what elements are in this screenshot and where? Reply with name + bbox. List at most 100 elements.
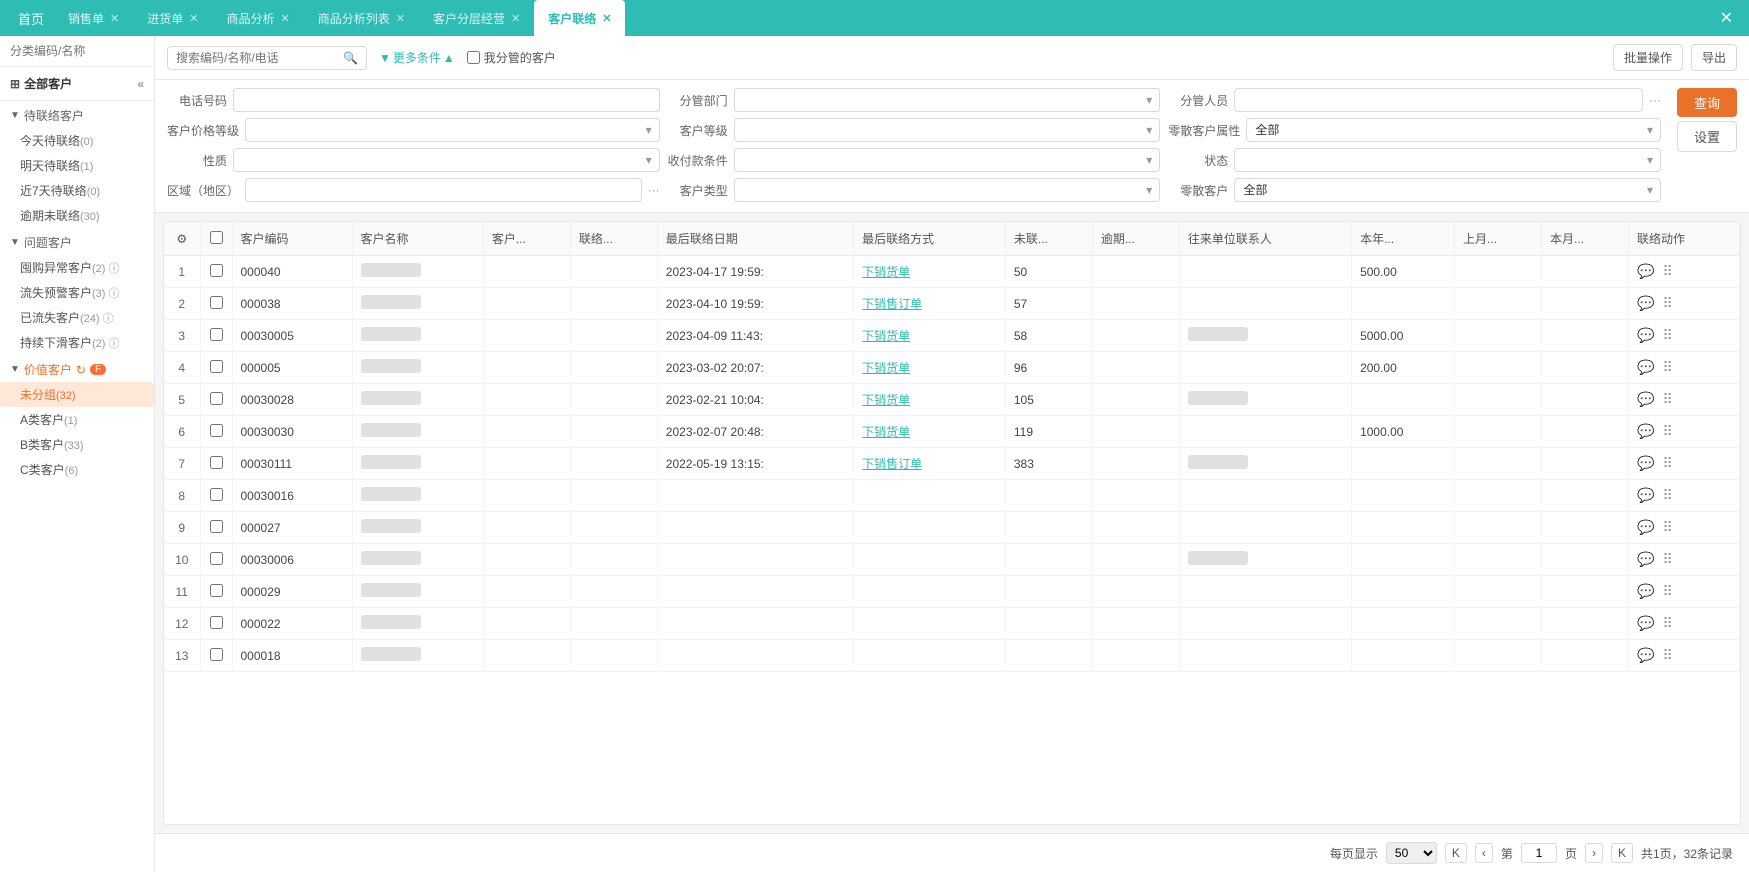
tab-close-segment[interactable]: ✕ xyxy=(511,12,520,25)
action-menu-icon[interactable]: ⠿ xyxy=(1662,327,1672,344)
tab-close-contact[interactable]: ✕ xyxy=(602,12,611,25)
my-customers-check[interactable] xyxy=(467,51,480,64)
contact-method-link[interactable]: 下销货单 xyxy=(862,393,910,407)
col-gear[interactable]: ⚙ xyxy=(164,222,200,256)
action-message-icon[interactable]: 💬 xyxy=(1637,647,1654,664)
sidebar-search-input[interactable] xyxy=(10,44,155,58)
row-select-checkbox[interactable] xyxy=(210,296,223,309)
action-message-icon[interactable]: 💬 xyxy=(1637,359,1654,376)
row-checkbox[interactable] xyxy=(200,416,232,448)
tab-customer-segment[interactable]: 客户分层经营 ✕ xyxy=(419,0,534,36)
action-menu-icon[interactable]: ⠿ xyxy=(1662,423,1672,440)
action-message-icon[interactable]: 💬 xyxy=(1637,615,1654,632)
action-menu-icon[interactable]: ⠿ xyxy=(1662,551,1672,568)
region-input[interactable] xyxy=(245,178,642,202)
contact-method-link[interactable]: 下销售订单 xyxy=(862,457,922,471)
row-checkbox[interactable] xyxy=(200,352,232,384)
last-page-button[interactable]: K xyxy=(1611,843,1633,863)
action-menu-icon[interactable]: ⠿ xyxy=(1662,583,1672,600)
row-checkbox[interactable] xyxy=(200,608,232,640)
row-select-checkbox[interactable] xyxy=(210,424,223,437)
tab-analysis[interactable]: 商品分析 ✕ xyxy=(212,0,303,36)
zero-attr-select[interactable]: 全部 xyxy=(1246,118,1661,142)
row-checkbox[interactable] xyxy=(200,320,232,352)
first-page-button[interactable]: K xyxy=(1445,843,1467,863)
action-menu-icon[interactable]: ⠿ xyxy=(1662,295,1672,312)
filter-search-input[interactable] xyxy=(176,51,343,65)
tab-customer-contact[interactable]: 客户联络 ✕ xyxy=(534,0,625,36)
action-message-icon[interactable]: 💬 xyxy=(1637,583,1654,600)
sidebar-item-7days[interactable]: 近7天待联络(0) xyxy=(0,178,154,203)
sidebar-item-declining[interactable]: 持续下滑客户(2) ⓘ xyxy=(0,330,154,355)
tab-close-analysis-list[interactable]: ✕ xyxy=(396,12,405,25)
row-select-checkbox[interactable] xyxy=(210,456,223,469)
sidebar-item-churned[interactable]: 已流失客户(24) ⓘ xyxy=(0,305,154,330)
row-checkbox[interactable] xyxy=(200,640,232,672)
customer-type-select[interactable] xyxy=(734,178,1161,202)
query-button[interactable]: 查询 xyxy=(1677,88,1737,117)
window-close-button[interactable]: ✕ xyxy=(1712,8,1741,28)
action-message-icon[interactable]: 💬 xyxy=(1637,551,1654,568)
row-last-method[interactable]: 下销货单 xyxy=(854,352,1006,384)
sidebar-item-today[interactable]: 今天待联络(0) xyxy=(0,128,154,153)
tab-analysis-list[interactable]: 商品分析列表 ✕ xyxy=(304,0,419,36)
sidebar-item-c-class[interactable]: C类客户(6) xyxy=(0,457,154,482)
prev-page-button[interactable]: ‹ xyxy=(1475,843,1493,863)
row-checkbox[interactable] xyxy=(200,384,232,416)
row-checkbox[interactable] xyxy=(200,448,232,480)
action-menu-icon[interactable]: ⠿ xyxy=(1662,615,1672,632)
row-select-checkbox[interactable] xyxy=(210,392,223,405)
action-menu-icon[interactable]: ⠿ xyxy=(1662,519,1672,536)
page-input[interactable] xyxy=(1521,843,1557,863)
row-checkbox[interactable] xyxy=(200,512,232,544)
action-message-icon[interactable]: 💬 xyxy=(1637,391,1654,408)
action-message-icon[interactable]: 💬 xyxy=(1637,487,1654,504)
price-level-select[interactable] xyxy=(245,118,660,142)
tab-sales[interactable]: 销售单 ✕ xyxy=(54,0,133,36)
action-message-icon[interactable]: 💬 xyxy=(1637,263,1654,280)
zero-customer-select[interactable]: 全部 xyxy=(1234,178,1661,202)
filter-more-conditions[interactable]: ▼ 更多条件 ▲ xyxy=(379,49,455,66)
per-page-select[interactable]: 50 100 200 xyxy=(1386,842,1437,864)
select-all-checkbox[interactable] xyxy=(210,231,223,244)
filter-search-box[interactable]: 🔍 xyxy=(167,46,367,70)
sidebar-collapse-button[interactable]: « xyxy=(137,77,144,91)
reset-button[interactable]: 设置 xyxy=(1677,121,1737,152)
row-last-method[interactable]: 下销售订单 xyxy=(854,448,1006,480)
row-select-checkbox[interactable] xyxy=(210,616,223,629)
dept-select[interactable] xyxy=(734,88,1161,112)
row-last-method[interactable]: 下销货单 xyxy=(854,384,1006,416)
contact-method-link[interactable]: 下销货单 xyxy=(862,265,910,279)
tab-close-purchase[interactable]: ✕ xyxy=(189,12,198,25)
action-message-icon[interactable]: 💬 xyxy=(1637,519,1654,536)
row-last-method[interactable]: 下销货单 xyxy=(854,256,1006,288)
next-page-button[interactable]: › xyxy=(1585,843,1603,863)
row-checkbox[interactable] xyxy=(200,544,232,576)
sidebar-item-b-class[interactable]: B类客户(33) xyxy=(0,432,154,457)
row-select-checkbox[interactable] xyxy=(210,584,223,597)
row-select-checkbox[interactable] xyxy=(210,648,223,661)
sidebar-all-customers[interactable]: ⊞ 全部客户 « xyxy=(0,67,154,101)
tab-close-analysis[interactable]: ✕ xyxy=(281,12,290,25)
sidebar-item-churn-warn[interactable]: 流失预警客户(3) ⓘ xyxy=(0,280,154,305)
action-menu-icon[interactable]: ⠿ xyxy=(1662,359,1672,376)
action-menu-icon[interactable]: ⠿ xyxy=(1662,263,1672,280)
row-last-method[interactable]: 下销货单 xyxy=(854,320,1006,352)
sidebar-item-ungroup[interactable]: 未分组(32) xyxy=(0,382,154,407)
contact-method-link[interactable]: 下销货单 xyxy=(862,425,910,439)
row-select-checkbox[interactable] xyxy=(210,328,223,341)
action-message-icon[interactable]: 💬 xyxy=(1637,295,1654,312)
region-more-icon[interactable]: ··· xyxy=(648,183,660,197)
sidebar-item-overdue[interactable]: 逾期未联络(30) xyxy=(0,203,154,228)
action-menu-icon[interactable]: ⠿ xyxy=(1662,455,1672,472)
filter-search-icon[interactable]: 🔍 xyxy=(343,51,358,65)
contact-method-link[interactable]: 下销货单 xyxy=(862,329,910,343)
row-select-checkbox[interactable] xyxy=(210,264,223,277)
tab-close-sales[interactable]: ✕ xyxy=(110,12,119,25)
col-checkbox[interactable] xyxy=(200,222,232,256)
row-select-checkbox[interactable] xyxy=(210,552,223,565)
contact-method-link[interactable]: 下销售订单 xyxy=(862,297,922,311)
row-last-method[interactable]: 下销货单 xyxy=(854,416,1006,448)
tab-purchase[interactable]: 进货单 ✕ xyxy=(133,0,212,36)
sidebar-item-abnormal[interactable]: 囤购异常客户(2) ⓘ xyxy=(0,255,154,280)
